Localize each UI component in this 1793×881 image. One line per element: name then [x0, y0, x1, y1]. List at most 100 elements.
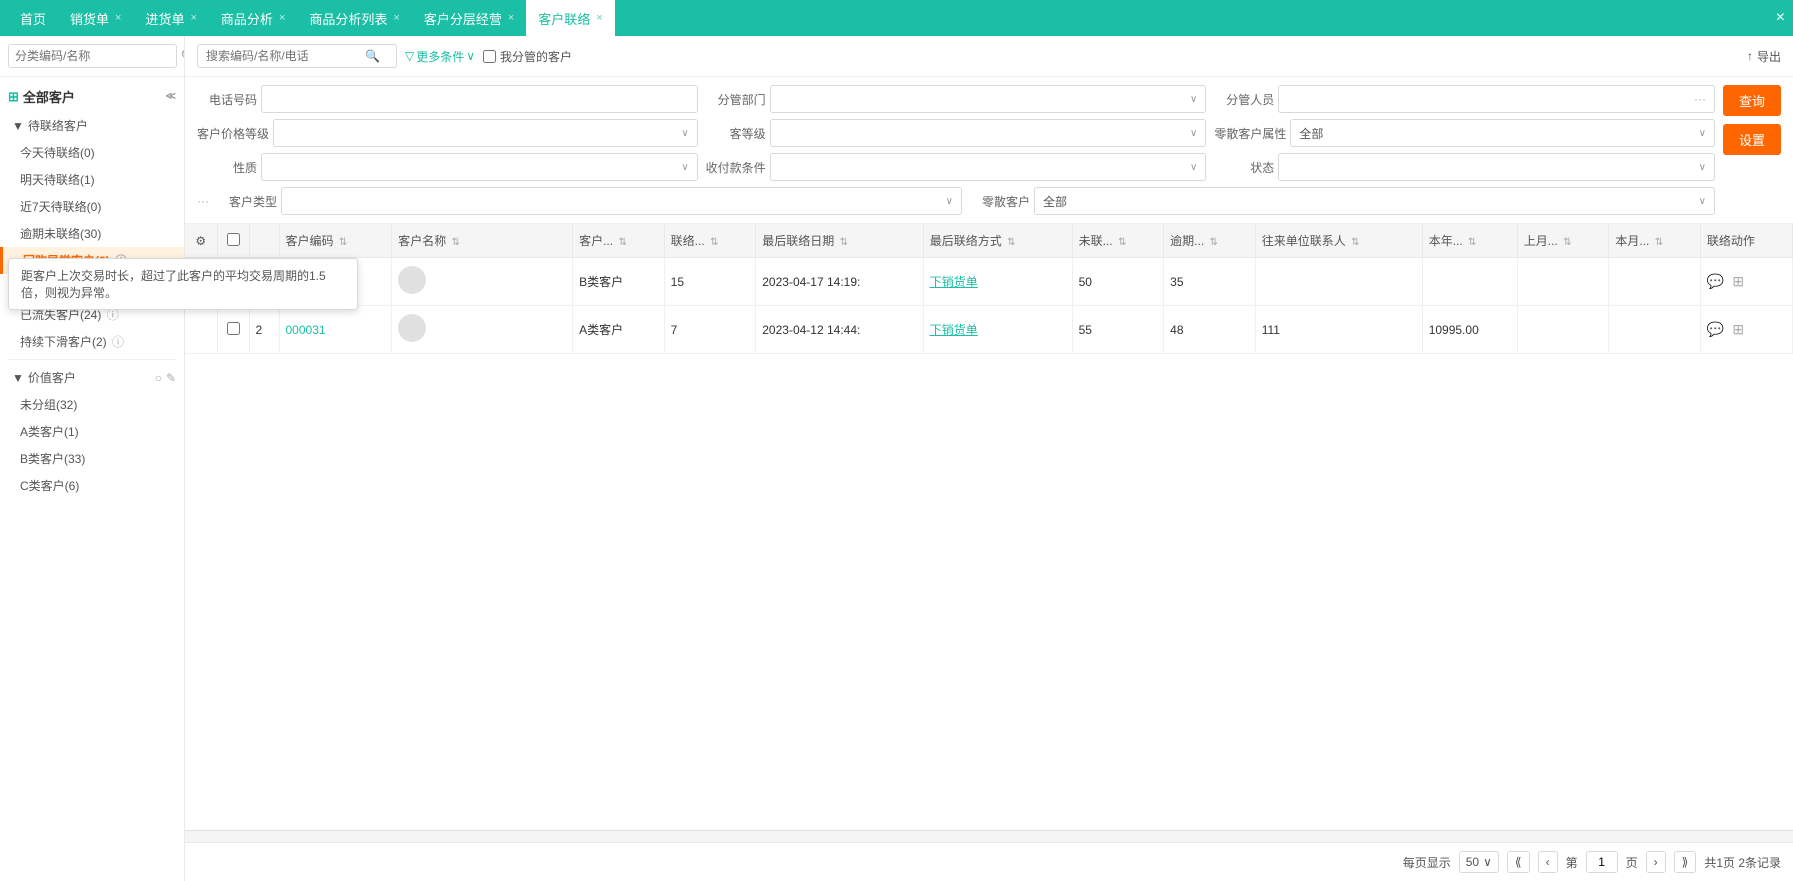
sidebar-item-overdue[interactable]: 逾期未联络(30): [0, 220, 184, 247]
row1-unit-contact: [1255, 258, 1422, 306]
nav-sales[interactable]: 销货单 ×: [58, 0, 133, 36]
export-button[interactable]: ↑ 导出: [1747, 48, 1781, 65]
retail-attr-select[interactable]: 全部 ∨: [1290, 119, 1715, 147]
phone-input[interactable]: [261, 85, 698, 113]
page-number-input[interactable]: [1586, 851, 1618, 873]
price-level-select[interactable]: ∨: [273, 119, 698, 147]
row1-last-method[interactable]: 下销货单: [923, 258, 1072, 306]
more-conditions-btn[interactable]: ▽ 更多条件 ∨: [405, 48, 475, 65]
col-overdue[interactable]: 逾期... ⇅: [1164, 224, 1256, 258]
row2-grid-icon[interactable]: ⊞: [1732, 321, 1744, 338]
nav-customer-contact[interactable]: 客户联络 ×: [526, 0, 614, 36]
person-select[interactable]: ···: [1278, 85, 1715, 113]
row2-checkbox[interactable]: [217, 306, 249, 354]
row1-action-buttons: 💬 ⊞: [1707, 273, 1786, 290]
top-navigation: 首页 销货单 × 进货单 × 商品分析 × 商品分析列表 × 客户分层经营 × …: [0, 0, 1793, 36]
sidebar-search-input[interactable]: [8, 44, 177, 68]
customer-type-select[interactable]: ∨: [281, 187, 962, 215]
close-customer-mgmt-tab[interactable]: ×: [508, 12, 514, 24]
row1-avatar: [398, 266, 426, 294]
table-container[interactable]: ⚙ 客户编码 ⇅ 客户名称 ⇅: [185, 224, 1793, 830]
sidebar-item-ungroup[interactable]: 未分组(32): [0, 391, 184, 418]
row2-select-checkbox[interactable]: [227, 322, 240, 335]
col-category[interactable]: 客户... ⇅: [573, 224, 665, 258]
col-no: [249, 224, 279, 258]
settings-icon[interactable]: ⚙: [195, 234, 206, 248]
close-analysis-tab[interactable]: ×: [279, 12, 285, 24]
status-select[interactable]: ∨: [1278, 153, 1715, 181]
my-customers-check[interactable]: [483, 50, 496, 63]
nav-home[interactable]: 首页: [8, 0, 58, 36]
row1-grid-icon[interactable]: ⊞: [1732, 273, 1744, 290]
nav-analysis[interactable]: 商品分析 ×: [209, 0, 297, 36]
gender-select[interactable]: ∨: [261, 153, 698, 181]
col-settings[interactable]: ⚙: [185, 224, 217, 258]
nav-analysis-list[interactable]: 商品分析列表 ×: [297, 0, 411, 36]
row2-this-month: [1609, 306, 1701, 354]
edit-icon[interactable]: ✎: [166, 371, 176, 385]
sidebar-item-a-class[interactable]: A类客户(1): [0, 418, 184, 445]
nav-customer-mgmt[interactable]: 客户分层经营 ×: [412, 0, 526, 36]
row2-last-method[interactable]: 下销货单: [923, 306, 1072, 354]
sidebar-item-7days[interactable]: 近7天待联络(0): [0, 193, 184, 220]
retail-customer-select[interactable]: 全部 ∨: [1034, 187, 1715, 215]
horizontal-scrollbar[interactable]: [185, 830, 1793, 842]
my-customers-checkbox[interactable]: 我分管的客户: [483, 48, 572, 65]
sort-icon-code: ⇅: [339, 237, 347, 248]
filter-price-level: 客户价格等级 ∨: [197, 119, 698, 147]
col-code[interactable]: 客户编码 ⇅: [279, 224, 392, 258]
row2-code[interactable]: 000031: [279, 306, 392, 354]
row2-avatar: [398, 314, 426, 342]
set-button[interactable]: 设置: [1723, 124, 1781, 155]
select-all-checkbox[interactable]: [227, 233, 240, 246]
row1-name[interactable]: [392, 258, 573, 306]
close-customer-contact-tab[interactable]: ×: [596, 12, 602, 24]
row2-name[interactable]: [392, 306, 573, 354]
sidebar-item-declining[interactable]: 持续下滑客户(2) ⓘ: [0, 328, 184, 355]
sidebar-item-c-class[interactable]: C类客户(6): [0, 472, 184, 499]
sort-icon-unit: ⇅: [1351, 237, 1359, 248]
col-this-year[interactable]: 本年... ⇅: [1422, 224, 1517, 258]
customer-level-select[interactable]: ∨: [770, 119, 1207, 147]
col-unread[interactable]: 未联... ⇅: [1072, 224, 1164, 258]
sidebar-pending-section[interactable]: ▼ 待联络客户: [0, 112, 184, 139]
sidebar-content: ⊞ 全部客户 ≪ ▼ 待联络客户 今天待联络(0) 明天待联络(1) 近7天待联…: [0, 77, 184, 881]
close-purchase-tab[interactable]: ×: [190, 12, 196, 24]
col-this-month[interactable]: 本月... ⇅: [1609, 224, 1701, 258]
sidebar-all-customers[interactable]: ⊞ 全部客户 ≪: [0, 81, 184, 112]
window-close-button[interactable]: ×: [1776, 9, 1785, 27]
add-icon[interactable]: ○: [155, 371, 162, 385]
col-name[interactable]: 客户名称 ⇅: [392, 224, 573, 258]
search-icon[interactable]: 🔍: [365, 49, 380, 63]
sidebar-collapse-btn[interactable]: ≪: [166, 91, 176, 102]
dept-select[interactable]: ∨: [770, 85, 1207, 113]
row2-message-icon[interactable]: 💬: [1707, 321, 1724, 338]
row1-actions: 💬 ⊞: [1700, 258, 1792, 306]
sidebar-value-customers[interactable]: ▼ 价值客户 ○ ✎: [0, 364, 184, 391]
last-page-btn[interactable]: ⟫: [1674, 851, 1697, 873]
nav-purchase[interactable]: 进货单 ×: [133, 0, 208, 36]
more-filter-icon[interactable]: ···: [197, 194, 209, 208]
prev-page-btn[interactable]: ‹: [1538, 851, 1558, 873]
sidebar-item-today[interactable]: 今天待联络(0): [0, 139, 184, 166]
close-sales-tab[interactable]: ×: [115, 12, 121, 24]
payment-select[interactable]: ∨: [770, 153, 1207, 181]
first-page-btn[interactable]: ⟪: [1507, 851, 1530, 873]
close-analysis-list-tab[interactable]: ×: [393, 12, 399, 24]
row1-this-month: [1609, 258, 1701, 306]
col-contact[interactable]: 联络... ⇅: [664, 224, 756, 258]
col-last-contact-date[interactable]: 最后联络日期 ⇅: [756, 224, 923, 258]
col-last-contact-method[interactable]: 最后联络方式 ⇅: [923, 224, 1072, 258]
col-unit-contact[interactable]: 往来单位联系人 ⇅: [1255, 224, 1422, 258]
filter-status: 状态 ∨: [1214, 153, 1715, 181]
query-button[interactable]: 查询: [1723, 85, 1781, 116]
col-last-month[interactable]: 上月... ⇅: [1517, 224, 1609, 258]
main-search-input[interactable]: [206, 49, 361, 63]
page-size-select[interactable]: 50 ∨: [1459, 851, 1499, 873]
col-checkbox[interactable]: [217, 224, 249, 258]
sidebar-item-tomorrow[interactable]: 明天待联络(1): [0, 166, 184, 193]
sidebar-item-b-class[interactable]: B类客户(33): [0, 445, 184, 472]
row2-no: 2: [249, 306, 279, 354]
next-page-btn[interactable]: ›: [1646, 851, 1666, 873]
row1-message-icon[interactable]: 💬: [1707, 273, 1724, 290]
